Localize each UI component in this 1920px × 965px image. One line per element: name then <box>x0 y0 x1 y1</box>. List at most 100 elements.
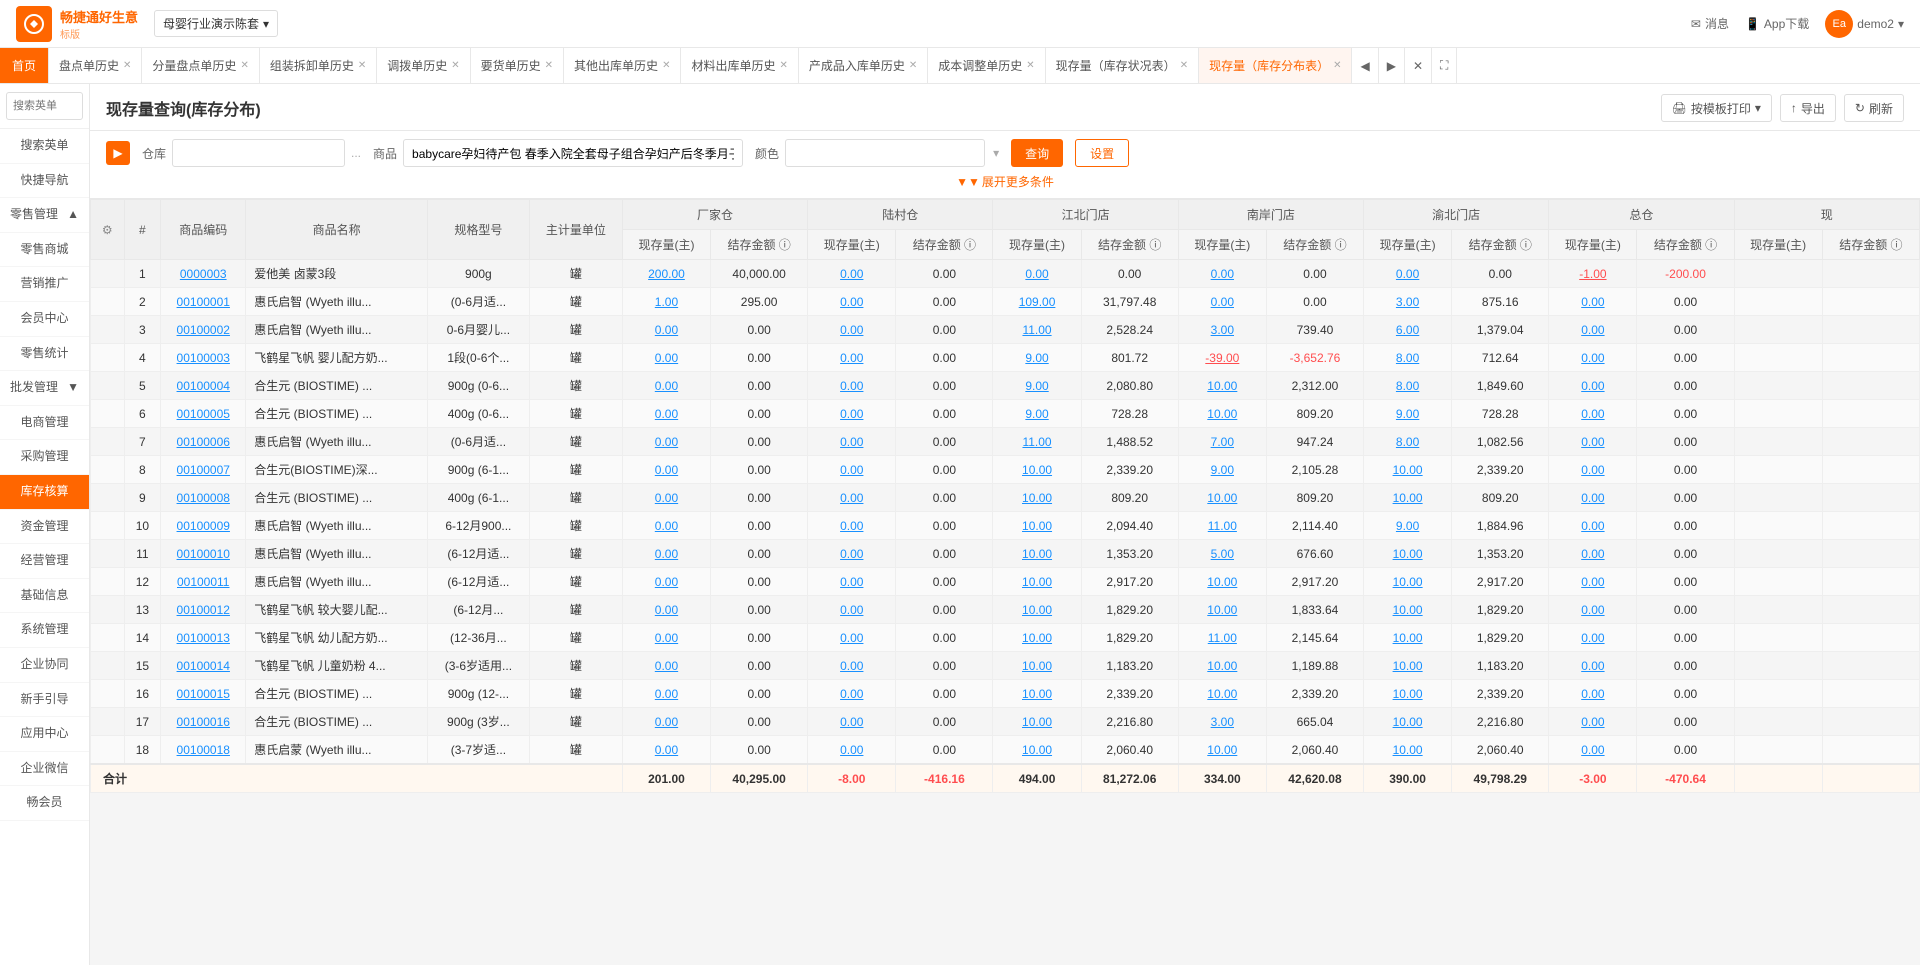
close-icon[interactable]: ✕ <box>545 60 553 71</box>
data-table: ⚙ # 商品编码 商品名称 规格型号 主计量单位 厂家仓 陆村仓 江北门店 南岸… <box>90 199 1920 793</box>
table-row: 6 00100005 合生元 (BIOSTIME) ... 400g (0-6.… <box>91 400 1920 428</box>
chevron-down-icon: ▼▼ <box>956 175 980 189</box>
refresh-btn[interactable]: ↻ 刷新 <box>1844 94 1904 122</box>
close-icon[interactable]: ✕ <box>240 60 248 71</box>
expand-conditions-btn[interactable]: ▼▼ 展开更多条件 <box>956 173 1054 190</box>
filter-product: 商品 <box>373 139 743 167</box>
table-row: 15 00100014 飞鹤星飞帆 儿童奶粉 4... (3-6岁适用... 罐… <box>91 652 1920 680</box>
tab-next-btn[interactable]: ▶ <box>1379 48 1405 83</box>
summary-c4-amt: 42,620.08 <box>1266 764 1363 793</box>
col-group-factory: 厂家仓 <box>622 200 807 230</box>
search-btn[interactable]: 查询 <box>1011 139 1063 167</box>
top-right-actions: ✉ 消息 📱 App下载 Ea demo2 ▾ <box>1691 10 1904 38</box>
tab-inventory-count[interactable]: 盘点单历史 ✕ <box>49 48 142 83</box>
tab-material-out[interactable]: 材料出库单历史 ✕ <box>681 48 798 83</box>
summary-c1-amt: 40,295.00 <box>711 764 808 793</box>
tab-finished-in[interactable]: 产成品入库单历史 ✕ <box>799 48 928 83</box>
tab-partial-count[interactable]: 分量盘点单历史 ✕ <box>142 48 259 83</box>
tab-purchase-order[interactable]: 要货单历史 ✕ <box>471 48 564 83</box>
col-group-yubei: 渝北门店 <box>1364 200 1549 230</box>
tab-transfer[interactable]: 调拨单历史 ✕ <box>377 48 470 83</box>
sidebar-item-search[interactable]: 搜索英单 <box>0 129 89 164</box>
product-input[interactable] <box>403 139 743 167</box>
chevron-down-icon: ▾ <box>1755 101 1761 115</box>
close-icon[interactable]: ✕ <box>451 60 459 71</box>
tab-assembly[interactable]: 组装拆卸单历史 ✕ <box>260 48 377 83</box>
sidebar-item-purchase[interactable]: 采购管理 <box>0 440 89 475</box>
table-row: 14 00100013 飞鹤星飞帆 幼儿配方奶... (12-36月... 罐 … <box>91 624 1920 652</box>
sidebar-item-member[interactable]: 会员中心 <box>0 302 89 337</box>
col-lucun-qty: 现存量(主) <box>808 230 896 260</box>
close-icon[interactable]: ✕ <box>1180 60 1188 71</box>
export-icon: ↑ <box>1791 101 1797 115</box>
summary-row: 合计 201.00 40,295.00 -8.00 -416.16 494.00… <box>91 764 1920 793</box>
sidebar-item-nav[interactable]: 快捷导航 <box>0 164 89 199</box>
summary-curr-amt <box>1822 764 1919 793</box>
sidebar-item-operations[interactable]: 经营管理 <box>0 544 89 579</box>
col-group-total: 总仓 <box>1549 200 1734 230</box>
sidebar-item-marketing[interactable]: 营销推广 <box>0 267 89 302</box>
tab-close-all-btn[interactable]: ✕ <box>1405 48 1432 83</box>
sidebar-item-guide[interactable]: 新手引导 <box>0 683 89 718</box>
logo-area: 畅捷通好生意 标版 母婴行业演示陈套 ▾ <box>16 6 278 42</box>
close-icon[interactable]: ✕ <box>358 60 366 71</box>
filter-toggle-btn[interactable]: ▶ <box>106 141 130 165</box>
tab-stock-dist[interactable]: 现存量（库存分布表） ✕ <box>1199 48 1352 83</box>
col-group-nanan: 南岸门店 <box>1178 200 1363 230</box>
company-dropdown[interactable]: 母婴行业演示陈套 ▾ <box>154 10 278 37</box>
table-row: 5 00100004 合生元 (BIOSTIME) ... 900g (0-6.… <box>91 372 1920 400</box>
tab-prev-btn[interactable]: ◀ <box>1352 48 1378 83</box>
col-group-lucun: 陆村仓 <box>808 200 993 230</box>
summary-c5-qty: 390.00 <box>1364 764 1452 793</box>
page-title: 现存量查询(库存分布) <box>106 96 261 120</box>
message-btn[interactable]: ✉ 消息 <box>1691 15 1729 32</box>
tab-home[interactable]: 首页 <box>0 48 49 83</box>
color-input[interactable] <box>785 139 985 167</box>
summary-c2-amt: -416.16 <box>896 764 993 793</box>
sidebar-item-finance[interactable]: 资金管理 <box>0 510 89 545</box>
tab-stock-status[interactable]: 现存量（库存状况表） ✕ <box>1046 48 1199 83</box>
search-input[interactable] <box>6 92 83 120</box>
user-avatar-area[interactable]: Ea demo2 ▾ <box>1825 10 1904 38</box>
warehouse-input[interactable] <box>172 139 345 167</box>
close-icon[interactable]: ✕ <box>909 60 917 71</box>
table-row: 9 00100008 合生元 (BIOSTIME) ... 400g (6-1.… <box>91 484 1920 512</box>
print-btn[interactable]: 🖨 按模板打印 ▾ <box>1661 94 1772 122</box>
export-btn[interactable]: ↑ 导出 <box>1780 94 1836 122</box>
col-factory-amt: 结存金额 ⓘ <box>711 230 808 260</box>
col-nanan-amt: 结存金额 ⓘ <box>1266 230 1363 260</box>
col-group-current: 现 <box>1734 200 1919 230</box>
warehouse-dots-btn[interactable]: ... <box>351 146 361 160</box>
sidebar-item-wholesale[interactable]: 批发管理 ▼ <box>0 371 89 406</box>
app-download-btn[interactable]: 📱 App下载 <box>1745 15 1809 32</box>
sidebar-item-enterprise[interactable]: 企业协同 <box>0 648 89 683</box>
sidebar-item-retail-mall[interactable]: 零售商城 <box>0 233 89 268</box>
sidebar-item-system[interactable]: 系统管理 <box>0 613 89 648</box>
table-container[interactable]: ⚙ # 商品编码 商品名称 规格型号 主计量单位 厂家仓 陆村仓 江北门店 南岸… <box>90 199 1920 965</box>
tab-bar: 首页 盘点单历史 ✕ 分量盘点单历史 ✕ 组装拆卸单历史 ✕ 调拨单历史 ✕ 要… <box>0 48 1920 84</box>
table-row: 7 00100006 惠氏启智 (Wyeth illu... (0-6月适...… <box>91 428 1920 456</box>
sidebar-item-member2[interactable]: 畅会员 <box>0 786 89 821</box>
tab-cost-adjust[interactable]: 成本调整单历史 ✕ <box>928 48 1045 83</box>
close-icon[interactable]: ✕ <box>662 60 670 71</box>
tab-expand-btn[interactable]: ⛶ <box>1432 48 1457 83</box>
sidebar-item-retail-stat[interactable]: 零售统计 <box>0 337 89 372</box>
sidebar-item-retail[interactable]: 零售管理 ▲ <box>0 198 89 233</box>
sidebar-item-basic[interactable]: 基础信息 <box>0 579 89 614</box>
tab-other-out[interactable]: 其他出库单历史 ✕ <box>564 48 681 83</box>
close-icon[interactable]: ✕ <box>779 60 787 71</box>
logo-icon <box>16 6 52 42</box>
page-header: 现存量查询(库存分布) 🖨 按模板打印 ▾ ↑ 导出 ↻ 刷新 <box>90 84 1920 131</box>
sidebar-item-inventory[interactable]: 库存核算 <box>0 475 89 510</box>
close-icon[interactable]: ✕ <box>1026 60 1034 71</box>
color-chevron-icon: ▾ <box>993 146 999 160</box>
sidebar-item-wechat[interactable]: 企业微信 <box>0 752 89 787</box>
sidebar-item-ecommerce[interactable]: 电商管理 <box>0 406 89 441</box>
col-settings[interactable]: ⚙ <box>91 200 125 260</box>
table-row: 18 00100018 惠氏启蒙 (Wyeth illu... (3-7岁适..… <box>91 736 1920 765</box>
setting-btn[interactable]: 设置 <box>1075 139 1129 167</box>
sidebar-item-app-center[interactable]: 应用中心 <box>0 717 89 752</box>
col-factory-qty: 现存量(主) <box>622 230 710 260</box>
close-icon[interactable]: ✕ <box>1333 60 1341 71</box>
close-icon[interactable]: ✕ <box>123 60 131 71</box>
